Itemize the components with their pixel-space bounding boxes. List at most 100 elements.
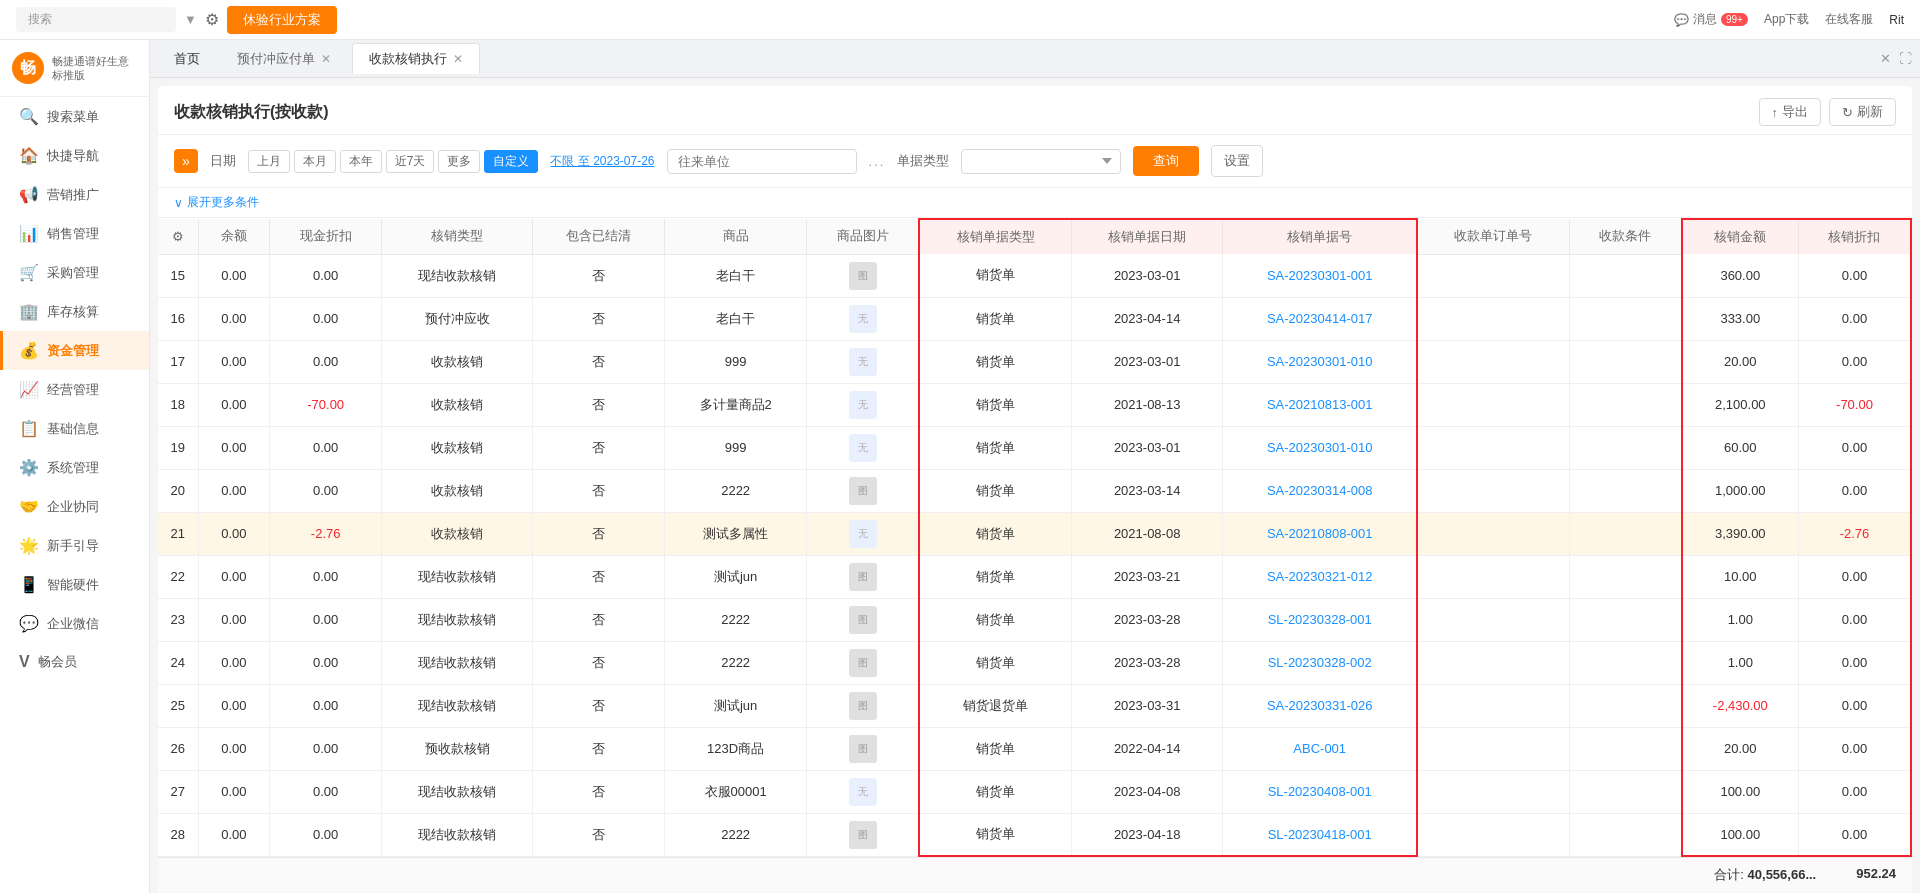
- sidebar-item-inventory[interactable]: 🏢 库存核算: [0, 292, 149, 331]
- cell-verify-bill-no[interactable]: SL-20230328-001: [1223, 598, 1417, 641]
- bill-no-link[interactable]: SA-20230301-001: [1267, 268, 1373, 283]
- notification-area[interactable]: 💬 消息 99+: [1674, 11, 1748, 28]
- sidebar-item-member[interactable]: V 畅会员: [0, 643, 149, 681]
- sidebar-item-purchase[interactable]: 🛒 采购管理: [0, 253, 149, 292]
- bill-no-link[interactable]: SL-20230328-001: [1268, 612, 1372, 627]
- cell-include-settled: 否: [533, 512, 665, 555]
- cell-verify-type: 收款核销: [381, 426, 532, 469]
- last-7-days-btn[interactable]: 近7天: [386, 150, 435, 173]
- query-button[interactable]: 查询: [1133, 146, 1199, 176]
- col-verify-amount: 核销金额: [1682, 219, 1799, 254]
- cell-verify-type: 预付冲应收: [381, 297, 532, 340]
- cell-verify-bill-type: 销货单: [919, 641, 1071, 684]
- bill-no-link[interactable]: SL-20230408-001: [1268, 784, 1372, 799]
- sidebar-item-basic[interactable]: 📋 基础信息: [0, 409, 149, 448]
- voucher-type-select[interactable]: [961, 149, 1121, 174]
- top-bar-right: 💬 消息 99+ App下载 在线客服 Rit: [1674, 11, 1904, 28]
- bill-no-link[interactable]: SA-20230414-017: [1267, 311, 1373, 326]
- sidebar-item-quick[interactable]: 🏠 快捷导航: [0, 136, 149, 175]
- this-year-btn[interactable]: 本年: [340, 150, 382, 173]
- cell-verify-bill-no[interactable]: SL-20230418-001: [1223, 813, 1417, 856]
- cell-verify-bill-no[interactable]: SA-20230301-001: [1223, 254, 1417, 297]
- gear-icon[interactable]: ⚙: [205, 10, 219, 29]
- tab-prepay-close-icon[interactable]: ✕: [321, 52, 331, 66]
- this-month-btn[interactable]: 本月: [294, 150, 336, 173]
- bill-no-link[interactable]: SL-20230328-002: [1268, 655, 1372, 670]
- cell-verify-bill-no[interactable]: SA-20230331-026: [1223, 684, 1417, 727]
- bill-no-link[interactable]: SA-20210813-001: [1267, 397, 1373, 412]
- tab-home[interactable]: 首页: [158, 44, 216, 74]
- cell-goods-image: 图: [807, 813, 919, 856]
- last-month-btn[interactable]: 上月: [248, 150, 290, 173]
- cell-verify-bill-no[interactable]: SA-20210813-001: [1223, 383, 1417, 426]
- bill-no-link[interactable]: ABC-001: [1293, 741, 1346, 756]
- tab-expand-icon[interactable]: ⛶: [1899, 51, 1912, 66]
- setting-button[interactable]: 设置: [1211, 145, 1263, 177]
- tab-receipt[interactable]: 收款核销执行 ✕: [352, 43, 480, 74]
- sidebar-item-search[interactable]: 🔍 搜索菜单: [0, 97, 149, 136]
- total-discount: 952.24: [1856, 866, 1896, 884]
- expand-more-button[interactable]: ∨ 展开更多条件: [174, 194, 259, 211]
- cell-verify-bill-no[interactable]: SL-20230328-002: [1223, 641, 1417, 684]
- sidebar-item-wechat[interactable]: 💬 企业微信: [0, 604, 149, 643]
- cell-receipt-condition: [1569, 383, 1681, 426]
- cell-balance: 0.00: [198, 684, 270, 727]
- cell-verify-discount: 0.00: [1798, 641, 1911, 684]
- data-table: ⚙ 余额 现金折扣 核销类型 包含已结清 商品 商品图片 核销单据类型 核销单据…: [158, 218, 1912, 857]
- total-amount-label: 合计:: [1714, 867, 1747, 882]
- home-icon: 🏠: [19, 146, 39, 165]
- cell-verify-bill-type: 销货单: [919, 383, 1071, 426]
- col-verify-bill-type: 核销单据类型: [919, 219, 1071, 254]
- tab-close-all-icon[interactable]: ✕: [1880, 51, 1891, 66]
- filter-dots: ...: [869, 154, 886, 169]
- refresh-button[interactable]: ↻ 刷新: [1829, 98, 1896, 126]
- bill-no-link[interactable]: SA-20230301-010: [1267, 354, 1373, 369]
- bill-no-link[interactable]: SA-20230314-008: [1267, 483, 1373, 498]
- bill-no-link[interactable]: SA-20230331-026: [1267, 698, 1373, 713]
- sidebar-item-finance[interactable]: 💰 资金管理: [0, 331, 149, 370]
- search-placeholder: 搜索: [28, 12, 52, 26]
- sidebar-item-marketing[interactable]: 📢 营销推广: [0, 175, 149, 214]
- custom-date-btn[interactable]: 自定义: [484, 150, 538, 173]
- more-date-btn[interactable]: 更多: [438, 150, 480, 173]
- industry-solution-button[interactable]: 休验行业方案: [227, 6, 337, 34]
- sidebar-item-sales[interactable]: 📊 销售管理: [0, 214, 149, 253]
- column-settings-icon[interactable]: ⚙: [172, 229, 184, 244]
- sidebar-item-operation[interactable]: 📈 经营管理: [0, 370, 149, 409]
- counterparty-input[interactable]: [667, 149, 857, 174]
- table-row: 23 0.00 0.00 现结收款核销 否 2222 图 销货单 2023-03…: [158, 598, 1911, 641]
- sidebar-item-newbie[interactable]: 🌟 新手引导: [0, 526, 149, 565]
- sidebar-item-system[interactable]: ⚙️ 系统管理: [0, 448, 149, 487]
- filter-toggle-button[interactable]: »: [174, 149, 198, 173]
- sidebar-item-collab[interactable]: 🤝 企业协同: [0, 487, 149, 526]
- cell-verify-bill-no[interactable]: SA-20230301-010: [1223, 426, 1417, 469]
- bill-no-link[interactable]: SA-20230321-012: [1267, 569, 1373, 584]
- bill-no-link[interactable]: SA-20230301-010: [1267, 440, 1373, 455]
- expand-more-bar: ∨ 展开更多条件: [158, 188, 1912, 218]
- cell-verify-bill-no[interactable]: SL-20230408-001: [1223, 770, 1417, 813]
- bill-no-link[interactable]: SL-20230418-001: [1268, 827, 1372, 842]
- online-service-link[interactable]: 在线客服: [1825, 11, 1873, 28]
- cell-verify-bill-type: 销货单: [919, 598, 1071, 641]
- cell-verify-bill-date: 2021-08-13: [1071, 383, 1222, 426]
- date-range-display[interactable]: 不限 至 2023-07-26: [550, 153, 654, 170]
- export-button[interactable]: ↑ 导出: [1759, 98, 1822, 126]
- cell-verify-amount: 20.00: [1682, 727, 1799, 770]
- cell-cash-discount: 0.00: [270, 426, 382, 469]
- tab-prepay[interactable]: 预付冲应付单 ✕: [220, 43, 348, 74]
- app-download-link[interactable]: App下载: [1764, 11, 1809, 28]
- cell-verify-bill-no[interactable]: ABC-001: [1223, 727, 1417, 770]
- cell-verify-bill-no[interactable]: SA-20210808-001: [1223, 512, 1417, 555]
- cell-cash-discount: -70.00: [270, 383, 382, 426]
- cell-verify-bill-no[interactable]: SA-20230321-012: [1223, 555, 1417, 598]
- col-gear[interactable]: ⚙: [158, 219, 198, 254]
- table-row: 25 0.00 0.00 现结收款核销 否 测试jun 图 销货退货单 2023…: [158, 684, 1911, 727]
- bill-no-link[interactable]: SA-20210808-001: [1267, 526, 1373, 541]
- cell-verify-bill-no[interactable]: SA-20230301-010: [1223, 340, 1417, 383]
- sidebar-item-hardware[interactable]: 📱 智能硬件: [0, 565, 149, 604]
- cell-verify-bill-no[interactable]: SA-20230314-008: [1223, 469, 1417, 512]
- sidebar-label-member: 畅会员: [38, 653, 77, 671]
- cell-verify-bill-no[interactable]: SA-20230414-017: [1223, 297, 1417, 340]
- tab-receipt-close-icon[interactable]: ✕: [453, 52, 463, 66]
- export-label: 导出: [1782, 103, 1808, 121]
